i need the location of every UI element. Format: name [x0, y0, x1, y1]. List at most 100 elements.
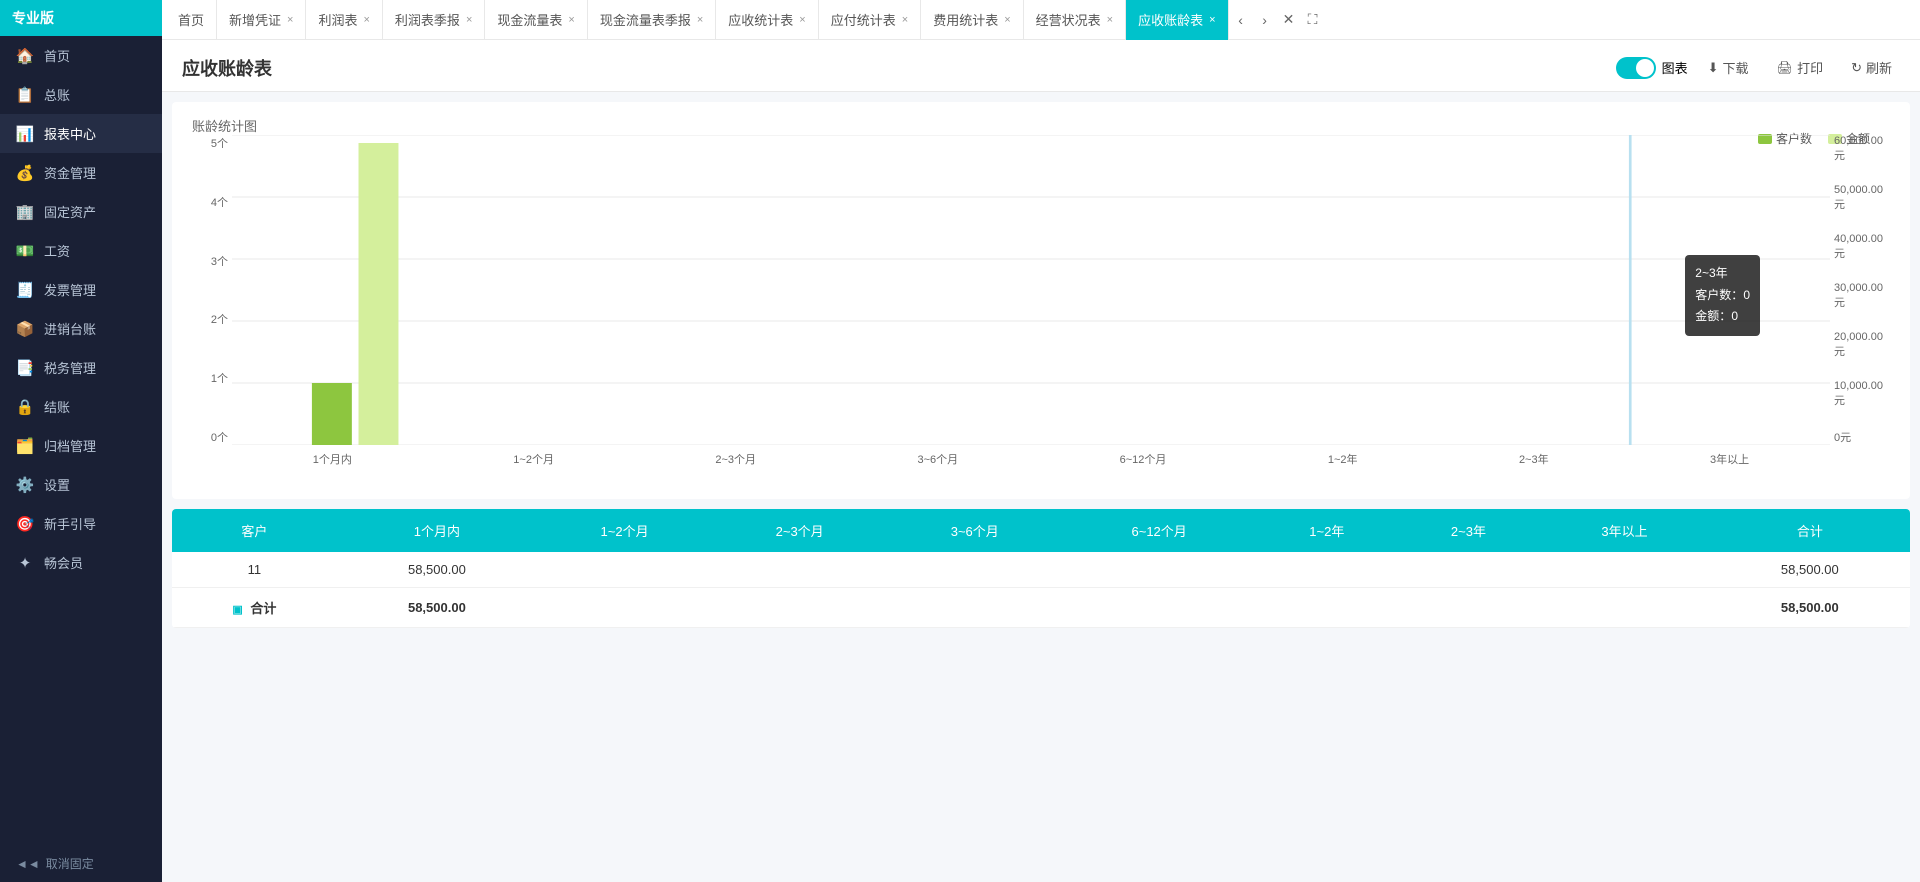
cell-total: 58,500.00 — [1710, 552, 1910, 588]
tab-bar: 首页 新增凭证 × 利润表 × 利润表季报 × 现金流量表 × 现金流量表季报 … — [162, 0, 1920, 40]
tab-operations-close[interactable]: × — [1107, 14, 1113, 26]
tab-payable-stats-close[interactable]: × — [902, 14, 908, 26]
toggle-track[interactable] — [1616, 57, 1656, 79]
unpin-icon: ◄◄ — [16, 857, 40, 871]
x-label-2: 2~3个月 — [715, 451, 756, 467]
sidebar-item-vip[interactable]: ✦ 畅会员 — [0, 543, 162, 582]
print-label: 打印 — [1797, 58, 1823, 77]
tab-cashflow-close[interactable]: × — [568, 14, 574, 26]
sidebar-item-invoices[interactable]: 🧾 发票管理 — [0, 270, 162, 309]
toggle-thumb — [1636, 59, 1654, 77]
tab-home[interactable]: 首页 — [166, 0, 217, 40]
print-button[interactable]: 🖨 打印 — [1769, 54, 1832, 81]
tooltip-customers: 客户数：0 — [1695, 285, 1750, 307]
x-label-7: 3年以上 — [1710, 451, 1749, 467]
chart-area: 账龄统计图 客户数 金额 5个 4个 3个 — [172, 102, 1910, 499]
tab-cashflow[interactable]: 现金流量表 × — [485, 0, 587, 40]
sidebar-item-label: 资金管理 — [44, 163, 96, 182]
toggle-label: 图表 — [1662, 58, 1688, 77]
x-label-6: 2~3年 — [1519, 451, 1549, 467]
page-header: 应收账龄表 图表 ⬇ 下载 🖨 打印 ↻ 刷新 — [162, 40, 1920, 92]
x-axis: 1个月内 1~2个月 2~3个月 3~6个月 6~12个月 1~2年 2~3年 … — [232, 445, 1830, 485]
cell-month1: 58,500.00 — [337, 552, 537, 588]
page-content: 应收账龄表 图表 ⬇ 下载 🖨 打印 ↻ 刷新 — [162, 40, 1920, 882]
payroll-icon: 💵 — [16, 242, 34, 260]
tab-operations[interactable]: 经营状况表 × — [1024, 0, 1126, 40]
cell-year3plus — [1539, 552, 1709, 588]
tab-voucher[interactable]: 新增凭证 × — [217, 0, 306, 40]
tab-profit[interactable]: 利润表 × — [306, 0, 382, 40]
tab-payable-stats[interactable]: 应付统计表 × — [819, 0, 921, 40]
sidebar-item-label: 总账 — [44, 85, 70, 104]
page-title: 应收账龄表 — [182, 55, 272, 81]
download-label: 下载 — [1723, 58, 1749, 77]
sidebar-item-tax[interactable]: 📑 税务管理 — [0, 348, 162, 387]
sidebar-item-label: 新手引导 — [44, 514, 96, 533]
cell-year23 — [1398, 552, 1540, 588]
tab-aging[interactable]: 应收账龄表 × — [1126, 0, 1228, 40]
col-customer: 客户 — [172, 509, 337, 552]
sidebar-unpin-button[interactable]: ◄◄ 取消固定 — [0, 845, 162, 882]
tab-profit-quarterly-close[interactable]: × — [466, 14, 472, 26]
x-label-1: 1~2个月 — [513, 451, 554, 467]
tab-nav-prev[interactable]: ‹ — [1229, 0, 1253, 40]
guide-icon: 🎯 — [16, 515, 34, 533]
tab-maximize[interactable]: ⛶ — [1301, 0, 1325, 40]
y-right-0: 0元 — [1834, 429, 1851, 445]
tab-receivable-stats[interactable]: 应收统计表 × — [716, 0, 818, 40]
sidebar-item-settings[interactable]: ⚙️ 设置 — [0, 465, 162, 504]
table-total-row: ▣ 合计 58,500.00 58,500.00 — [172, 588, 1910, 628]
tab-home-label: 首页 — [178, 10, 204, 29]
y-right-30k: 30,000.00元 — [1834, 282, 1890, 310]
cell-total-sum: 58,500.00 — [1710, 588, 1910, 628]
cell-month12 — [537, 552, 712, 588]
y-right-10k: 10,000.00元 — [1834, 380, 1890, 408]
download-button[interactable]: ⬇ 下载 — [1700, 54, 1757, 81]
cell-total-label: ▣ 合计 — [172, 588, 337, 628]
tab-nav-next[interactable]: › — [1253, 0, 1277, 40]
sales-icon: 📦 — [16, 320, 34, 338]
tab-profit-quarterly[interactable]: 利润表季报 × — [383, 0, 485, 40]
cell-total-month1: 58,500.00 — [337, 588, 537, 628]
tab-expense-stats[interactable]: 费用统计表 × — [921, 0, 1023, 40]
tooltip-amount: 金额：0 — [1695, 306, 1750, 328]
y-left-4: 4个 — [211, 194, 228, 210]
data-table-wrap: 客户 1个月内 1~2个月 2~3个月 3~6个月 6~12个月 1~2年 2~… — [172, 509, 1910, 628]
tab-cashflow-label: 现金流量表 — [497, 10, 562, 29]
sidebar-item-archive[interactable]: 🗂️ 归档管理 — [0, 426, 162, 465]
sidebar-item-closing[interactable]: 🔒 结账 — [0, 387, 162, 426]
y-left-0: 0个 — [211, 429, 228, 445]
sidebar-item-ledger[interactable]: 📋 总账 — [0, 75, 162, 114]
x-label-5: 1~2年 — [1328, 451, 1358, 467]
total-text: 合计 — [250, 601, 276, 616]
tab-voucher-close[interactable]: × — [287, 14, 293, 26]
sidebar: 专业版 🏠 首页 📋 总账 📊 报表中心 💰 资金管理 🏢 固定资产 💵 工资 … — [0, 0, 162, 882]
chart-toggle[interactable]: 图表 — [1616, 57, 1688, 79]
tab-close-all[interactable]: ✕ — [1277, 0, 1301, 40]
col-month12: 1~2个月 — [537, 509, 712, 552]
download-icon: ⬇ — [1708, 60, 1719, 76]
sidebar-item-guide[interactable]: 🎯 新手引导 — [0, 504, 162, 543]
sidebar-item-label: 工资 — [44, 241, 70, 260]
sidebar-item-label: 报表中心 — [44, 124, 96, 143]
sidebar-item-assets[interactable]: 🏢 固定资产 — [0, 192, 162, 231]
app-logo: 专业版 — [0, 0, 162, 36]
closing-icon: 🔒 — [16, 398, 34, 416]
tab-receivable-stats-close[interactable]: × — [799, 14, 805, 26]
refresh-button[interactable]: ↻ 刷新 — [1843, 54, 1900, 81]
sidebar-item-reports[interactable]: 📊 报表中心 — [0, 114, 162, 153]
settings-icon: ⚙️ — [16, 476, 34, 494]
sidebar-item-home[interactable]: 🏠 首页 — [0, 36, 162, 75]
tab-profit-close[interactable]: × — [363, 14, 369, 26]
page-actions: 图表 ⬇ 下载 🖨 打印 ↻ 刷新 — [1616, 54, 1900, 81]
tab-expense-stats-close[interactable]: × — [1004, 14, 1010, 26]
sidebar-item-sales[interactable]: 📦 进销台账 — [0, 309, 162, 348]
tab-cashflow-quarterly-label: 现金流量表季报 — [600, 10, 691, 29]
sidebar-item-funds[interactable]: 💰 资金管理 — [0, 153, 162, 192]
sidebar-item-label: 税务管理 — [44, 358, 96, 377]
tab-cashflow-quarterly-close[interactable]: × — [697, 14, 703, 26]
cell-total-month23 — [712, 588, 887, 628]
tab-cashflow-quarterly[interactable]: 现金流量表季报 × — [588, 0, 716, 40]
tab-aging-close[interactable]: × — [1209, 14, 1215, 26]
sidebar-item-payroll[interactable]: 💵 工资 — [0, 231, 162, 270]
